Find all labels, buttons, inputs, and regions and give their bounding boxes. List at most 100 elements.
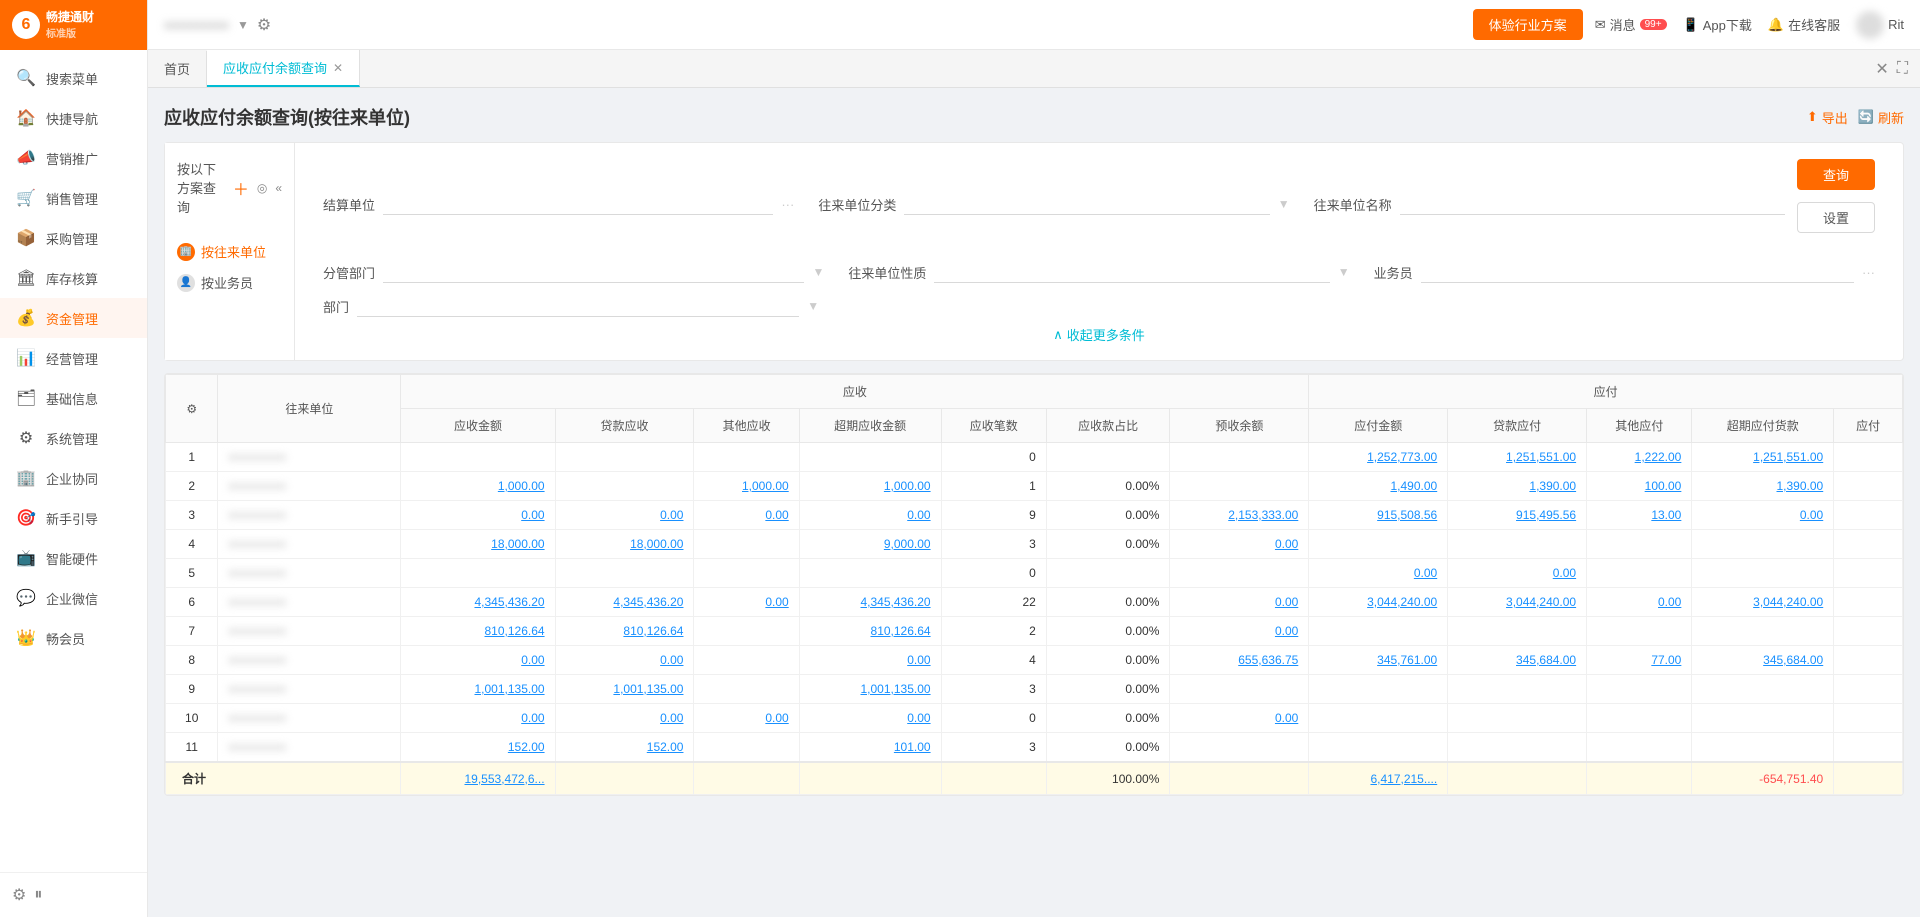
row-ap-loan[interactable]: 1,251,551.00 xyxy=(1448,443,1587,472)
row-ap-overdue[interactable]: 345,684.00 xyxy=(1692,646,1834,675)
settings-footer-icon[interactable]: ⚙ xyxy=(12,885,26,905)
sidebar-item-operation[interactable]: 📊 经营管理 xyxy=(0,338,147,378)
row-ap-loan[interactable]: 915,495.56 xyxy=(1448,501,1587,530)
row-ar-count[interactable]: 9 xyxy=(941,501,1046,530)
row-ar-count[interactable]: 22 xyxy=(941,588,1046,617)
online-service-btn[interactable]: 🔔 在线客服 xyxy=(1768,15,1840,34)
footer-ar-amount[interactable]: 19,553,472,6... xyxy=(401,762,555,795)
row-ar-amount[interactable]: 0.00 xyxy=(401,646,555,675)
row-ar-overdue[interactable]: 101.00 xyxy=(799,733,941,763)
row-ap-loan[interactable]: 0.00 xyxy=(1448,559,1587,588)
row-ar-amount[interactable]: 1,001,135.00 xyxy=(401,675,555,704)
row-ar-advance[interactable]: 0.00 xyxy=(1170,704,1309,733)
filter-add-icon[interactable]: ＋ xyxy=(233,176,249,200)
topbar-settings-icon[interactable]: ⚙ xyxy=(257,15,271,35)
tab-receivable[interactable]: 应收应付余额查询 ✕ xyxy=(207,50,360,87)
row-ap-other[interactable]: 100.00 xyxy=(1587,472,1692,501)
message-btn[interactable]: ✉ 消息 99+ xyxy=(1595,15,1667,34)
row-ap-overdue[interactable]: 1,251,551.00 xyxy=(1692,443,1834,472)
row-ar-ratio[interactable]: 0.00% xyxy=(1046,617,1170,646)
row-ar-count[interactable]: 1 xyxy=(941,472,1046,501)
row-ap-amount[interactable]: 0.00 xyxy=(1309,559,1448,588)
row-ar-count[interactable]: 3 xyxy=(941,733,1046,763)
xingzhi-input[interactable] xyxy=(934,261,1329,283)
sidebar-item-purchase[interactable]: 📦 采购管理 xyxy=(0,218,147,258)
row-ar-count[interactable]: 0 xyxy=(941,443,1046,472)
row-ar-other[interactable]: 0.00 xyxy=(694,704,799,733)
row-ar-advance[interactable]: 2,153,333.00 xyxy=(1170,501,1309,530)
row-ap-overdue[interactable]: 3,044,240.00 xyxy=(1692,588,1834,617)
sidebar-item-sales[interactable]: 🛒 销售管理 xyxy=(0,178,147,218)
row-ar-amount[interactable]: 0.00 xyxy=(401,704,555,733)
row-ap-amount[interactable]: 345,761.00 xyxy=(1309,646,1448,675)
row-ar-overdue[interactable]: 0.00 xyxy=(799,501,941,530)
row-ar-other[interactable]: 0.00 xyxy=(694,501,799,530)
row-ar-advance[interactable]: 0.00 xyxy=(1170,530,1309,559)
scheme-by-salesperson[interactable]: 👤 按业务员 xyxy=(165,267,294,298)
tab-home[interactable]: 首页 xyxy=(148,51,207,87)
row-ar-amount[interactable]: 4,345,436.20 xyxy=(401,588,555,617)
sidebar-item-search[interactable]: 🔍 搜索菜单 xyxy=(0,58,147,98)
tab-close-all-icon[interactable]: ✕ xyxy=(1875,59,1888,79)
scheme-by-partner[interactable]: 🏢 按往来单位 xyxy=(165,236,294,267)
row-ar-loan[interactable]: 810,126.64 xyxy=(555,617,694,646)
row-ar-amount[interactable]: 1,000.00 xyxy=(401,472,555,501)
row-ar-advance[interactable]: 655,636.75 xyxy=(1170,646,1309,675)
sidebar-item-enterprise[interactable]: 🏢 企业协同 xyxy=(0,458,147,498)
row-ap-loan[interactable]: 1,390.00 xyxy=(1448,472,1587,501)
sidebar-item-hardware[interactable]: 📺 智能硬件 xyxy=(0,538,147,578)
row-ar-other[interactable]: 1,000.00 xyxy=(694,472,799,501)
breadcrumb-dropdown-icon[interactable]: ▼ xyxy=(237,18,249,32)
tab-fullscreen-icon[interactable]: ⛶ xyxy=(1897,60,1908,78)
sidebar-item-quick-nav[interactable]: 🏠 快捷导航 xyxy=(0,98,147,138)
yewuyuan-input[interactable] xyxy=(1421,261,1854,283)
row-ar-ratio[interactable]: 0.00% xyxy=(1046,646,1170,675)
row-ar-loan[interactable]: 4,345,436.20 xyxy=(555,588,694,617)
yewuyuan-ellipsis-icon[interactable]: ··· xyxy=(1862,265,1875,280)
row-ar-amount[interactable]: 810,126.64 xyxy=(401,617,555,646)
th-settings[interactable]: ⚙ xyxy=(166,375,218,443)
sidebar-item-guide[interactable]: 🎯 新手引导 xyxy=(0,498,147,538)
row-ap-other[interactable]: 1,222.00 xyxy=(1587,443,1692,472)
row-ar-count[interactable]: 3 xyxy=(941,675,1046,704)
sidebar-item-finance[interactable]: 💰 资金管理 xyxy=(0,298,147,338)
row-ar-loan[interactable]: 1,001,135.00 xyxy=(555,675,694,704)
row-ap-other[interactable]: 13.00 xyxy=(1587,501,1692,530)
row-ar-amount[interactable]: 18,000.00 xyxy=(401,530,555,559)
row-ar-ratio[interactable]: 0.00% xyxy=(1046,472,1170,501)
row-ap-amount[interactable]: 1,252,773.00 xyxy=(1309,443,1448,472)
fenguanbu-input[interactable] xyxy=(383,261,804,283)
row-ar-loan[interactable]: 18,000.00 xyxy=(555,530,694,559)
xingzhi-chevron-icon[interactable]: ▼ xyxy=(1338,265,1350,279)
collapse-btn[interactable]: ∧ 收起更多条件 xyxy=(311,325,1887,344)
collapse-icon[interactable]: ⏸ xyxy=(34,886,42,904)
row-ap-amount[interactable]: 3,044,240.00 xyxy=(1309,588,1448,617)
fenguanbu-chevron-icon[interactable]: ▼ xyxy=(812,265,824,279)
sidebar-item-wechat[interactable]: 💬 企业微信 xyxy=(0,578,147,618)
export-button[interactable]: ⬆ 导出 xyxy=(1807,108,1848,127)
query-button[interactable]: 查询 xyxy=(1797,159,1875,190)
row-ap-loan[interactable]: 3,044,240.00 xyxy=(1448,588,1587,617)
row-ar-loan[interactable]: 0.00 xyxy=(555,501,694,530)
row-ar-ratio[interactable]: 0.00% xyxy=(1046,704,1170,733)
row-ar-advance[interactable]: 0.00 xyxy=(1170,617,1309,646)
sidebar-item-member[interactable]: 👑 畅会员 xyxy=(0,618,147,658)
row-ap-overdue[interactable]: 0.00 xyxy=(1692,501,1834,530)
row-ar-count[interactable]: 0 xyxy=(941,559,1046,588)
tab-close-icon[interactable]: ✕ xyxy=(333,61,343,75)
row-ar-ratio[interactable]: 0.00% xyxy=(1046,530,1170,559)
row-ar-loan[interactable]: 0.00 xyxy=(555,704,694,733)
sidebar-item-marketing[interactable]: 📣 营销推广 xyxy=(0,138,147,178)
row-ap-amount[interactable]: 1,490.00 xyxy=(1309,472,1448,501)
bumen-chevron-icon[interactable]: ▼ xyxy=(807,299,819,313)
industry-btn[interactable]: 体验行业方案 xyxy=(1473,9,1583,40)
fenlei-chevron-icon[interactable]: ▼ xyxy=(1278,197,1290,211)
row-ar-amount[interactable]: 0.00 xyxy=(401,501,555,530)
sidebar-item-system[interactable]: ⚙ 系统管理 xyxy=(0,418,147,458)
row-ar-ratio[interactable]: 0.00% xyxy=(1046,501,1170,530)
row-ap-loan[interactable]: 345,684.00 xyxy=(1448,646,1587,675)
app-download-btn[interactable]: 📱 App下载 xyxy=(1683,15,1752,34)
fenlei-input[interactable] xyxy=(904,193,1269,215)
footer-ap-amount[interactable]: 6,417,215.... xyxy=(1309,762,1448,795)
refresh-button[interactable]: 🔄 刷新 xyxy=(1858,108,1904,127)
